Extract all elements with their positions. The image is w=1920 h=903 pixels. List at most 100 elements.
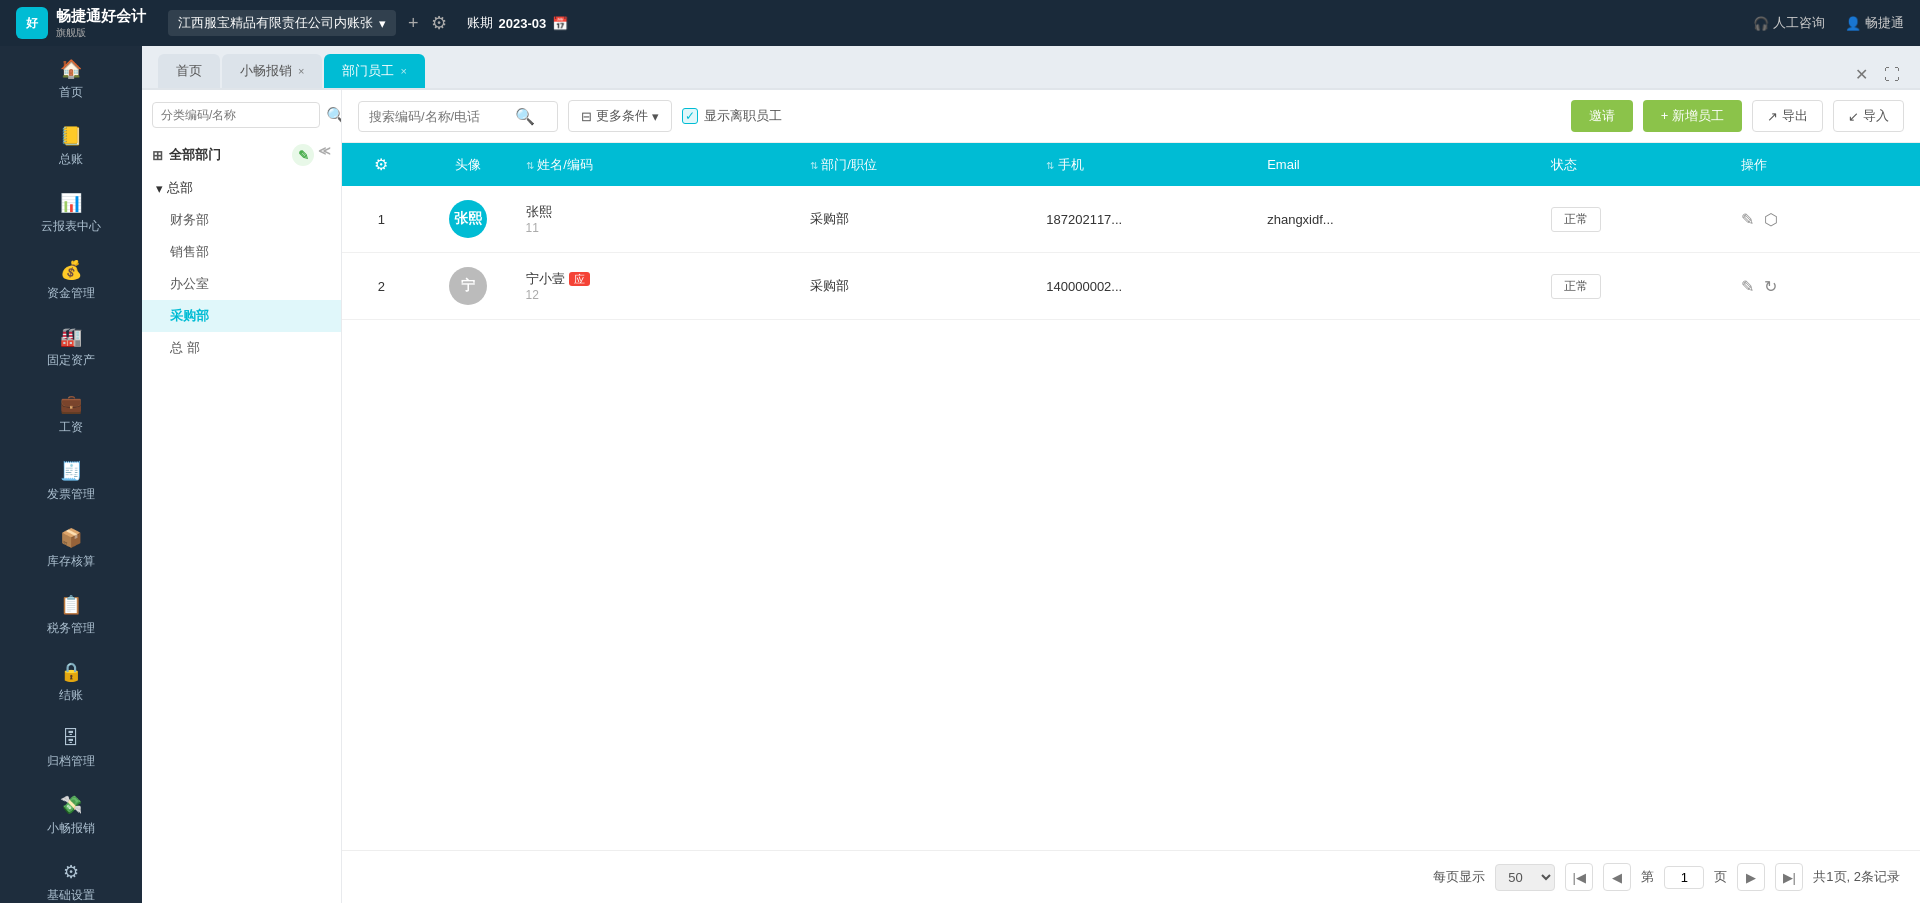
dept-finance[interactable]: 财务部 <box>142 204 341 236</box>
row-avatar: 宁 <box>421 253 516 320</box>
col-name-code[interactable]: ⇅ 姓名/编码 <box>516 143 800 186</box>
sidebar-item-label: 首页 <box>59 84 83 101</box>
sidebar-item-label: 发票管理 <box>47 486 95 503</box>
company-name: 江西服宝精品有限责任公司内账张 <box>178 14 373 32</box>
dept-general[interactable]: 总 部 <box>142 332 341 364</box>
sidebar-item-tax[interactable]: 📋 税务管理 <box>0 582 142 649</box>
chevron-down-icon: ▾ <box>379 16 386 31</box>
edit-icon[interactable]: ✎ <box>1741 277 1754 296</box>
sidebar-item-settings[interactable]: ⚙ 基础设置 <box>0 849 142 903</box>
sidebar-item-label: 归档管理 <box>47 753 95 770</box>
main-layout: 🏠 首页 📒 总账 📊 云报表中心 💰 资金管理 🏭 固定资产 💼 工资 🧾 发… <box>0 46 1920 903</box>
inventory-icon: 📦 <box>60 527 82 549</box>
invoice-icon: 🧾 <box>60 460 82 482</box>
settings-icon[interactable]: ⚙ <box>431 12 447 34</box>
row-actions: ✎ ↻ <box>1731 253 1920 320</box>
sidebar-item-ledger[interactable]: 📒 总账 <box>0 113 142 180</box>
tab-expense[interactable]: 小畅报销 × <box>222 54 322 88</box>
page-input[interactable] <box>1664 866 1704 889</box>
calendar-icon[interactable]: 📅 <box>552 16 568 31</box>
tab-home[interactable]: 首页 <box>158 54 220 88</box>
logout-icon[interactable]: ⬡ <box>1764 210 1778 229</box>
expense-icon: 💸 <box>60 794 82 816</box>
sidebar-item-home[interactable]: 🏠 首页 <box>0 46 142 113</box>
show-resigned-checkbox[interactable]: ✓ 显示离职员工 <box>682 107 782 125</box>
dept-purchase[interactable]: 采购部 <box>142 300 341 332</box>
emp-search-input[interactable] <box>369 109 509 124</box>
dept-collapse-icon[interactable]: ≪ <box>318 144 331 166</box>
assets-icon: 🏭 <box>60 326 82 348</box>
tab-dept-emp[interactable]: 部门员工 × <box>324 54 424 88</box>
add-company-icon[interactable]: + <box>408 13 419 34</box>
prev-page-button[interactable]: ◀ <box>1603 863 1631 891</box>
consult-button[interactable]: 🎧 人工咨询 <box>1753 14 1825 32</box>
dept-all-header[interactable]: ⊞ 全部部门 ✎ ≪ <box>142 138 341 172</box>
sidebar-item-inventory[interactable]: 📦 库存核算 <box>0 515 142 582</box>
import-button[interactable]: ↙ 导入 <box>1833 100 1904 132</box>
sidebar-item-invoice[interactable]: 🧾 发票管理 <box>0 448 142 515</box>
sidebar-item-label: 小畅报销 <box>47 820 95 837</box>
add-employee-button[interactable]: + 新增员工 <box>1643 100 1742 132</box>
sidebar-item-wages[interactable]: 💼 工资 <box>0 381 142 448</box>
export-button[interactable]: ↗ 导出 <box>1752 100 1823 132</box>
tab-expense-close[interactable]: × <box>298 65 304 77</box>
edit-icon[interactable]: ✎ <box>1741 210 1754 229</box>
dept-search-row: 🔍 <box>142 102 341 138</box>
emp-table: ⚙ 头像 ⇅ 姓名/编码 ⇅ <box>342 143 1920 850</box>
sidebar-item-archive[interactable]: 🗄 归档管理 <box>0 716 142 782</box>
col-phone[interactable]: ⇅ 手机 <box>1036 143 1257 186</box>
logout-icon[interactable]: ↻ <box>1764 277 1777 296</box>
sidebar-item-close[interactable]: 🔒 结账 <box>0 649 142 716</box>
dept-sales[interactable]: 销售部 <box>142 236 341 268</box>
emp-search-icon[interactable]: 🔍 <box>515 107 535 126</box>
sidebar-item-assets[interactable]: 🏭 固定资产 <box>0 314 142 381</box>
pagination: 每页显示 50 10 20 100 |◀ ◀ 第 页 ▶ ▶| 共1页, 2条记… <box>342 850 1920 903</box>
tab-close-all-icon[interactable]: ✕ <box>1851 61 1872 88</box>
company-selector[interactable]: 江西服宝精品有限责任公司内账张 ▾ <box>168 10 396 36</box>
col-avatar: 头像 <box>421 143 516 186</box>
first-page-button[interactable]: |◀ <box>1565 863 1593 891</box>
sidebar-item-label: 库存核算 <box>47 553 95 570</box>
sidebar-item-label: 税务管理 <box>47 620 95 637</box>
sidebar-item-expense[interactable]: 💸 小畅报销 <box>0 782 142 849</box>
logo-text: 畅捷通好会计 <box>56 7 146 26</box>
next-page-button[interactable]: ▶ <box>1737 863 1765 891</box>
employee-name: 宁小壹应 <box>526 270 790 288</box>
logo-area: 好 畅捷通好会计 旗舰版 <box>16 7 156 40</box>
user-profile[interactable]: 👤 畅捷通 <box>1845 14 1904 32</box>
tab-bar: 首页 小畅报销 × 部门员工 × ✕ ⛶ <box>142 46 1920 90</box>
sidebar-item-reports[interactable]: 📊 云报表中心 <box>0 180 142 247</box>
row-dept: 采购部 <box>800 253 1037 320</box>
dept-office[interactable]: 办公室 <box>142 268 341 300</box>
per-page-select[interactable]: 50 10 20 100 <box>1495 864 1555 891</box>
per-page-label: 每页显示 <box>1433 868 1485 886</box>
import-label: 导入 <box>1863 107 1889 125</box>
row-status: 正常 <box>1541 186 1730 253</box>
page-label: 第 <box>1641 868 1654 886</box>
filter-label: 更多条件 <box>596 107 648 125</box>
invite-button[interactable]: 邀请 <box>1571 100 1633 132</box>
consult-label: 人工咨询 <box>1773 14 1825 32</box>
filter-button[interactable]: ⊟ 更多条件 ▾ <box>568 100 672 132</box>
tab-dept-emp-close[interactable]: × <box>400 65 406 77</box>
table-row: 2 宁 宁小壹应 12 采购部 140000002... 正常 ✎ ↻ <box>342 253 1920 320</box>
employee-code: 12 <box>526 288 790 302</box>
employee-table: ⚙ 头像 ⇅ 姓名/编码 ⇅ <box>342 143 1920 320</box>
dept-add-icon[interactable]: ✎ <box>292 144 314 166</box>
dept-hq[interactable]: ▾ 总部 <box>142 172 341 204</box>
user-icon: 👤 <box>1845 16 1861 31</box>
period-area: 账期 2023-03 📅 <box>467 14 569 32</box>
export-icon: ↗ <box>1767 109 1778 124</box>
sidebar-item-funds[interactable]: 💰 资金管理 <box>0 247 142 314</box>
close-account-icon: 🔒 <box>60 661 82 683</box>
employee-area: 🔍 ⊟ 更多条件 ▾ ✓ 显示离职员工 邀请 <box>342 90 1920 903</box>
dept-search-icon[interactable]: 🔍 <box>326 106 342 125</box>
row-phone: 187202117... <box>1036 186 1257 253</box>
dept-search-input[interactable] <box>152 102 320 128</box>
expand-icon: ▾ <box>156 181 163 196</box>
last-page-button[interactable]: ▶| <box>1775 863 1803 891</box>
col-settings[interactable]: ⚙ <box>342 143 421 186</box>
col-dept-pos[interactable]: ⇅ 部门/职位 <box>800 143 1037 186</box>
tab-expand-icon[interactable]: ⛶ <box>1880 62 1904 88</box>
table-row: 1 张熙 张熙 11 采购部 187202117... zhangxidf...… <box>342 186 1920 253</box>
